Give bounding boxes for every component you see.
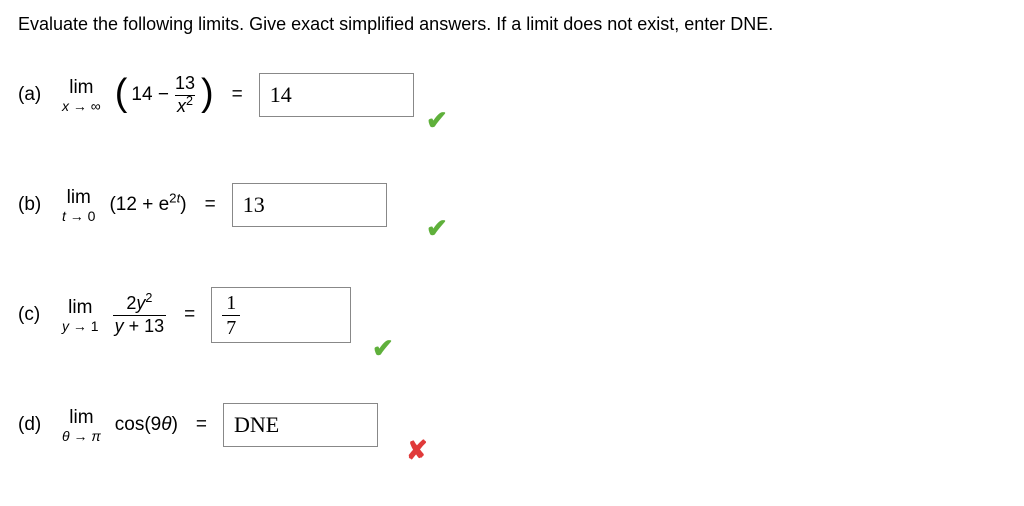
limit-text: lim	[67, 188, 91, 207]
problem-d-limit: lim θ → π	[62, 408, 101, 443]
expr-text: cos(9θ)	[115, 414, 178, 436]
fraction: 2y2 y + 13	[113, 294, 167, 337]
check-icon: ✔	[426, 213, 448, 244]
fraction-numerator: 2y2	[124, 294, 154, 315]
problem-c-limit: lim y → 1	[62, 298, 99, 333]
open-paren: (	[115, 80, 128, 107]
answer-denominator: 7	[222, 316, 240, 338]
limit-approach: θ → π	[62, 429, 101, 443]
answer-fraction: 1 7	[222, 293, 240, 338]
problem-b-label: (b)	[18, 194, 46, 216]
expr-text: (12 + e2t)	[109, 194, 186, 216]
problem-b-answer-input[interactable]: 13	[232, 183, 387, 227]
answer-numerator: 1	[222, 293, 240, 316]
cross-icon: ✘	[406, 435, 428, 466]
problem-c-answer-input[interactable]: 1 7	[211, 287, 351, 343]
equals-sign: =	[232, 84, 243, 106]
problem-a-label: (a)	[18, 84, 46, 106]
problems-list: (a) lim x → ∞ ( 14 − 13 x2 ) = 14 ✔ (b) …	[18, 65, 1006, 455]
check-icon: ✔	[372, 333, 394, 364]
problem-b-limit: lim t → 0	[62, 188, 95, 223]
fraction: 13 x2	[173, 74, 197, 117]
problem-a: (a) lim x → ∞ ( 14 − 13 x2 ) = 14 ✔	[18, 65, 1006, 125]
problem-b: (b) lim t → 0 (12 + e2t) = 13 ✔	[18, 175, 1006, 235]
fraction-numerator: 13	[173, 74, 197, 95]
instructions-text: Evaluate the following limits. Give exac…	[18, 14, 1006, 35]
problem-c-expression: 2y2 y + 13	[113, 294, 167, 337]
limit-approach: t → 0	[62, 209, 95, 223]
problem-c-label: (c)	[18, 304, 46, 326]
equals-sign: =	[184, 304, 195, 326]
problem-a-expression: ( 14 − 13 x2 )	[115, 74, 214, 117]
fraction-denominator: y + 13	[113, 315, 167, 337]
close-paren: )	[201, 80, 214, 107]
problem-b-expression: (12 + e2t)	[109, 194, 186, 216]
problem-d-answer-input[interactable]: DNE	[223, 403, 378, 447]
equals-sign: =	[205, 194, 216, 216]
limit-approach: x → ∞	[62, 99, 101, 113]
problem-a-limit: lim x → ∞	[62, 78, 101, 113]
equals-sign: =	[196, 414, 207, 436]
problem-d: (d) lim θ → π cos(9θ) = DNE ✘	[18, 395, 1006, 455]
fraction-denominator: x2	[175, 95, 195, 117]
check-icon: ✔	[426, 105, 448, 136]
problem-a-answer-input[interactable]: 14	[259, 73, 414, 117]
problem-d-expression: cos(9θ)	[115, 414, 178, 436]
limit-text: lim	[69, 78, 93, 97]
problem-d-label: (d)	[18, 414, 46, 436]
problem-c: (c) lim y → 1 2y2 y + 13 = 1 7 ✔	[18, 285, 1006, 345]
expr-text: 14 −	[131, 84, 169, 106]
limit-text: lim	[68, 298, 92, 317]
limit-approach: y → 1	[62, 319, 99, 333]
limit-text: lim	[69, 408, 93, 427]
